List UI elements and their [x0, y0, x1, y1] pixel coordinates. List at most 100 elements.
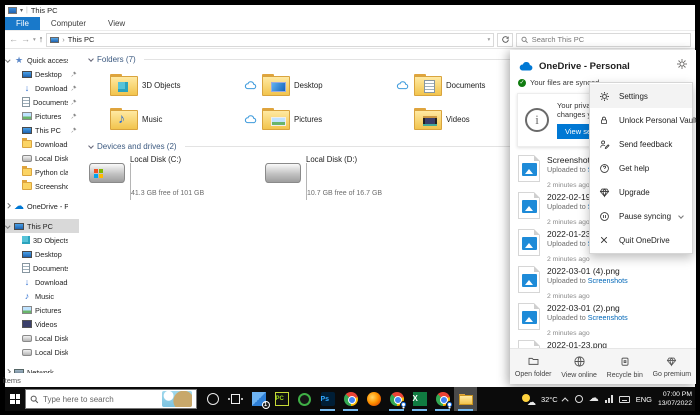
collapse-chevron-icon[interactable]	[88, 55, 94, 62]
taskbar-pc-app[interactable]: PC	[270, 387, 293, 411]
sidebar-item-downloads[interactable]: Downloads	[5, 137, 79, 151]
sidebar-item-pictures[interactable]: Pictures	[5, 303, 79, 317]
menu-item-upgrade[interactable]: Upgrade	[590, 180, 692, 204]
sidebar-item-local-disk-c[interactable]: Local Disk (C:)	[5, 331, 79, 345]
sidebar-item-quick-access[interactable]: Quick access	[5, 53, 79, 67]
sidebar-item-documents[interactable]: Documents	[5, 261, 79, 275]
action-view-online[interactable]: View online	[561, 355, 597, 379]
screenshots-link[interactable]: Screenshots	[588, 313, 628, 322]
sidebar-item-label: Music	[35, 291, 55, 301]
menu-item-unlock-personal-vault[interactable]: Unlock Personal Vault	[590, 108, 697, 132]
start-button[interactable]	[5, 387, 25, 411]
language-indicator[interactable]: ENG	[636, 395, 652, 404]
taskbar-excel[interactable]: X	[408, 387, 431, 411]
clock[interactable]: 07:00 PM 13/07/2022	[658, 390, 692, 408]
activity-item[interactable]: 2022-03-01 (2).png Uploaded to Screensho…	[510, 298, 696, 337]
show-hidden-icons-chevron[interactable]	[561, 396, 569, 404]
sidebar-item-downloads[interactable]: Downloads	[5, 275, 79, 289]
collapse-chevron-icon[interactable]	[88, 142, 94, 149]
folder-tile-3d-objects[interactable]: 3D Objects	[89, 68, 241, 102]
sidebar-item-label: Documents	[33, 97, 68, 107]
sidebar-item-local-disk-d[interactable]: Local Disk (D:)	[5, 345, 79, 359]
tree-chevron-icon[interactable]	[5, 203, 11, 209]
folder-icon	[414, 74, 442, 96]
drive-tile-local-disk-d[interactable]: Local Disk (D:) 10.7 GB free of 16.7 GB	[265, 155, 441, 200]
taskbar-recorder-app[interactable]	[293, 387, 316, 411]
sidebar-item-pictures[interactable]: Pictures	[5, 109, 79, 123]
taskbar-chrome-profile-2[interactable]	[431, 387, 454, 411]
sidebar-item-onedrive-personal[interactable]: OneDrive - Personal	[5, 199, 79, 213]
onedrive-settings-gear[interactable]	[676, 57, 688, 75]
action-go-premium[interactable]: Go premium	[653, 356, 691, 378]
taskbar-file-explorer[interactable]	[454, 387, 477, 411]
notification-badge: 1	[261, 401, 270, 409]
back-button[interactable]: ←	[9, 35, 18, 44]
menu-item-settings[interactable]: Settings	[590, 84, 692, 108]
sidebar-item-this-pc[interactable]: This PC	[5, 123, 79, 137]
ribbon-tab-computer[interactable]: Computer	[40, 17, 97, 30]
taskbar-mail-app[interactable]: 1	[247, 387, 270, 411]
breadcrumb[interactable]: This PC	[68, 35, 95, 44]
activity-item[interactable]: 2022-03-01 (4).png Uploaded to Screensho…	[510, 261, 696, 300]
ribbon-tab-view[interactable]: View	[97, 17, 136, 30]
sidebar-item-network[interactable]: Network	[5, 365, 79, 373]
pin-icon	[71, 84, 77, 93]
forward-button[interactable]: →	[21, 35, 30, 44]
taskbar-search-box[interactable]	[25, 389, 197, 409]
action-recycle-bin[interactable]: Recycle bin	[607, 355, 643, 379]
folder-tile-music[interactable]: ♪ Music	[89, 102, 241, 136]
sidebar-item-documents[interactable]: Documents	[5, 95, 79, 109]
menu-item-pause-syncing[interactable]: Pause syncing	[590, 204, 692, 228]
sidebar-item-python-class[interactable]: Python class	[5, 165, 79, 179]
sidebar-item-desktop[interactable]: Desktop	[5, 67, 79, 81]
up-button[interactable]: ↑	[39, 35, 44, 44]
screenshots-link[interactable]: Screenshots	[588, 276, 628, 285]
taskbar-chrome-profile[interactable]	[385, 387, 408, 411]
sidebar-item-3d-objects[interactable]: 3D Objects	[5, 233, 79, 247]
folder-tile-pictures[interactable]: Pictures	[241, 102, 393, 136]
search-highlight-graphic[interactable]	[162, 391, 192, 407]
explorer-search-input[interactable]	[531, 35, 686, 44]
temperature[interactable]: 32°C	[541, 395, 558, 404]
sidebar-item-desktop[interactable]: Desktop	[5, 247, 79, 261]
taskbar-chrome[interactable]	[339, 387, 362, 411]
sidebar-item-local-disk-d[interactable]: Local Disk (D:)	[5, 151, 79, 165]
address-bar[interactable]: › This PC ▾	[46, 32, 495, 47]
recent-locations-dropdown[interactable]: ▾	[33, 37, 36, 43]
taskbar-search-input[interactable]	[43, 394, 158, 404]
quick-access-toolbar-dropdown[interactable]: ▾	[20, 7, 23, 14]
taskbar-firefox[interactable]	[362, 387, 385, 411]
tray-app-icon[interactable]	[574, 395, 583, 403]
action-open-folder[interactable]: Open folder	[515, 355, 551, 378]
uploaded-to-text: Uploaded to	[547, 202, 586, 211]
onedrive-tray-icon[interactable]: ☁	[589, 394, 599, 404]
address-dropdown-icon[interactable]: ▾	[488, 37, 491, 43]
sidebar-item-videos[interactable]: Videos	[5, 317, 79, 331]
drive-tile-local-disk-c[interactable]: Local Disk (C:) 41.3 GB free of 101 GB	[89, 155, 265, 200]
tree-chevron-icon[interactable]	[5, 57, 11, 63]
sync-status-slot	[395, 80, 410, 90]
menu-item-get-help[interactable]: Get help	[590, 156, 692, 180]
sidebar-item-downloads[interactable]: Downloads	[5, 81, 79, 95]
folder-tile-desktop[interactable]: Desktop	[241, 68, 393, 102]
network-icon[interactable]	[604, 395, 613, 403]
folder-accent-icon	[423, 116, 437, 126]
weather-icon[interactable]	[521, 393, 536, 408]
ribbon-tab-file[interactable]: File	[5, 17, 40, 30]
sidebar-item-label: OneDrive - Personal	[27, 201, 68, 211]
taskbar-photoshop[interactable]: Ps	[316, 387, 339, 411]
sidebar-item-music[interactable]: Music	[5, 289, 79, 303]
info-icon: i	[525, 107, 549, 132]
refresh-button[interactable]	[497, 32, 514, 47]
app-glyph: PC	[275, 396, 284, 402]
menu-item-send-feedback[interactable]: Send feedback	[590, 132, 692, 156]
menu-item-quit-onedrive[interactable]: Quit OneDrive	[590, 228, 692, 252]
refresh-icon	[502, 36, 509, 43]
taskbar-task-view-button[interactable]	[224, 387, 247, 411]
explorer-search-box[interactable]	[516, 32, 691, 47]
touch-keyboard-icon[interactable]	[618, 395, 630, 403]
sidebar-item-screenshots[interactable]: Screenshots	[5, 179, 79, 193]
taskbar-cortana-button[interactable]	[201, 387, 224, 411]
sidebar-item-this-pc[interactable]: This PC	[5, 219, 79, 233]
tree-chevron-icon[interactable]	[5, 223, 11, 229]
